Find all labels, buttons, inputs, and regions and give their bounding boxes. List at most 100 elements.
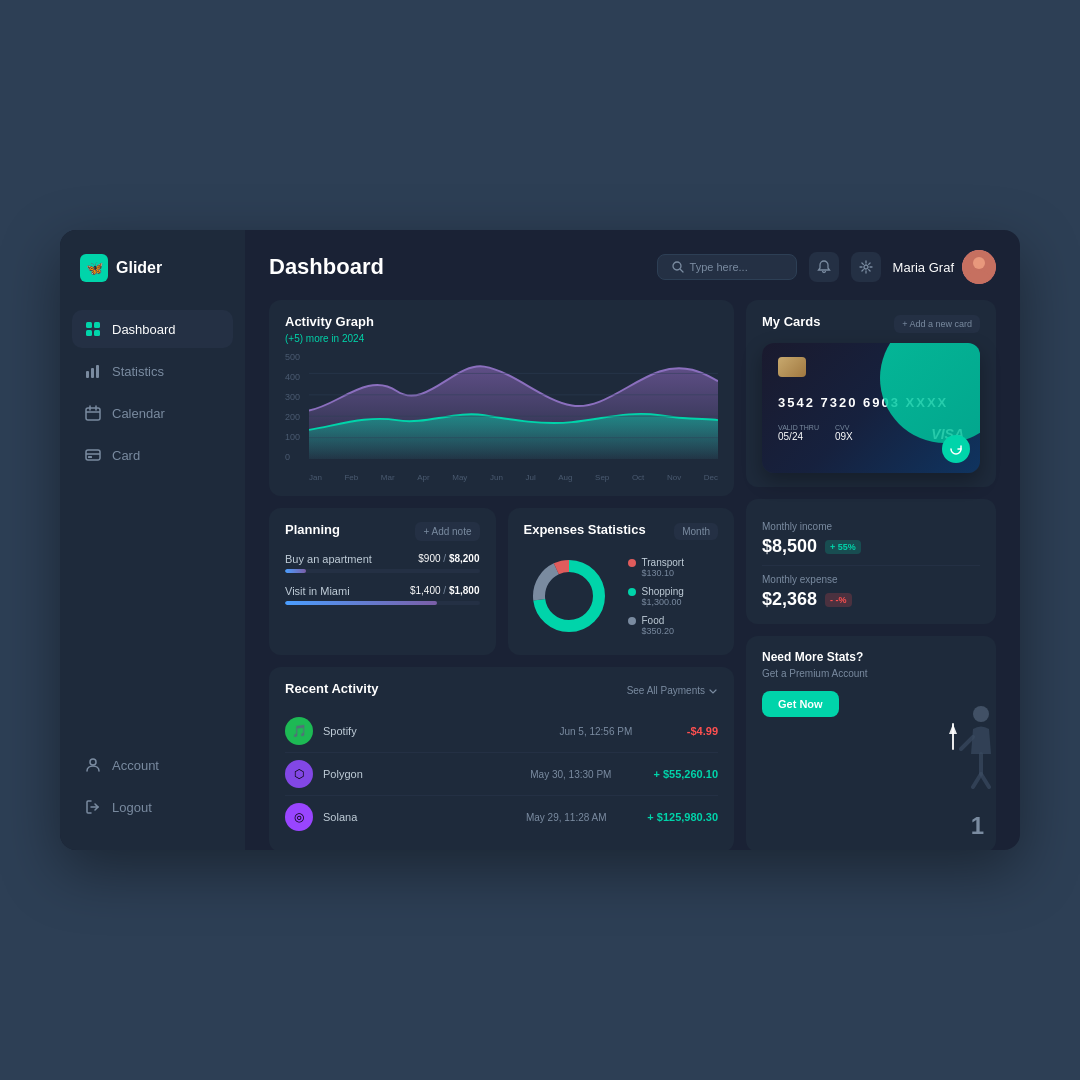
chevron-down-icon (708, 686, 718, 696)
sidebar-item-dashboard-label: Dashboard (112, 322, 176, 337)
planning-item-amount-0: $900 / $8,200 (418, 553, 479, 565)
planning-header: Planning + Add note (285, 522, 480, 541)
activity-graph-card: Activity Graph (+5) more in 2024 500 400… (269, 300, 734, 496)
logo-text: Glider (116, 259, 162, 277)
shopping-label: Shopping (642, 586, 684, 597)
activity-row-2: ◎ Solana May 29, 11:28 AM + $125,980.30 (285, 796, 718, 838)
sidebar-item-logout[interactable]: Logout (72, 788, 233, 826)
recent-activity-card: Recent Activity See All Payments 🎵 Spoti… (269, 667, 734, 850)
svg-rect-13 (88, 456, 92, 458)
income-row: Monthly income $8,500 + 55% (762, 513, 980, 566)
notification-button[interactable] (809, 252, 839, 282)
add-card-label: + Add a new card (902, 319, 972, 329)
sidebar-bottom: Account Logout (60, 746, 245, 826)
refresh-icon (949, 442, 963, 456)
transport-dot (628, 559, 636, 567)
sidebar-item-account[interactable]: Account (72, 746, 233, 784)
expense-badge: - -% (825, 593, 852, 607)
activity-amount-1: + $55,260.10 (653, 768, 718, 780)
graph-svg (309, 352, 718, 459)
sidebar-item-account-label: Account (112, 758, 159, 773)
shopping-dot (628, 588, 636, 596)
expenses-legend: Transport $130.10 Shopping $1,300.00 (628, 557, 684, 636)
legend-food: Food $350.20 (628, 615, 684, 636)
activity-graph-title: Activity Graph (285, 314, 718, 329)
add-card-button[interactable]: + Add a new card (894, 315, 980, 333)
svg-point-20 (973, 257, 985, 269)
my-cards-header: My Cards + Add a new card (762, 314, 980, 333)
financial-info-card: Monthly income $8,500 + 55% Monthly expe… (746, 499, 996, 624)
planning-card: Planning + Add note Buy an apartment $90… (269, 508, 496, 655)
user-name: Maria Graf (893, 260, 954, 275)
sidebar-item-card-label: Card (112, 448, 140, 463)
logo-icon: 🦋 (80, 254, 108, 282)
activity-amount-0: -$4.99 (687, 725, 718, 737)
expense-row: Monthly expense $2,368 - -% (762, 566, 980, 610)
get-now-button[interactable]: Get Now (762, 691, 839, 717)
svg-rect-2 (86, 330, 92, 336)
svg-rect-0 (86, 322, 92, 328)
card-refresh-button[interactable] (942, 435, 970, 463)
activity-name-1: Polygon (323, 768, 488, 780)
settings-button[interactable] (851, 252, 881, 282)
svg-rect-4 (86, 371, 89, 378)
card-chip (778, 357, 806, 377)
activity-row-0: 🎵 Spotify Jun 5, 12:56 PM -$4.99 (285, 710, 718, 753)
expense-value: $2,368 (762, 589, 817, 610)
donut-chart (524, 551, 614, 641)
activity-header: Recent Activity See All Payments (285, 681, 718, 700)
app-container: 🦋 Glider Dashboard (60, 230, 1020, 850)
main-content: Dashboard Type here... (245, 230, 1020, 850)
progress-bar-0 (285, 569, 480, 573)
graph-y-labels: 500 400 300 200 100 0 (285, 352, 300, 462)
avatar-image (962, 250, 996, 284)
income-value: $8,500 (762, 536, 817, 557)
progress-fill-1 (285, 601, 437, 605)
add-note-button[interactable]: + Add note (415, 522, 479, 541)
user-info: Maria Graf (893, 250, 996, 284)
activity-row-1: ⬡ Polygon May 30, 13:30 PM + $55,260.10 (285, 753, 718, 796)
activity-date-1: May 30, 13:30 PM (488, 769, 653, 780)
graph-x-labels: JanFebMar AprMayJun JulAugSep OctNovDec (309, 473, 718, 482)
gear-icon (859, 260, 873, 274)
sidebar-logo: 🦋 Glider (60, 254, 245, 310)
food-label: Food (642, 615, 675, 626)
see-all-button[interactable]: See All Payments (627, 685, 718, 696)
planning-item-0: Buy an apartment $900 / $8,200 (285, 553, 480, 573)
card-icon (84, 446, 102, 464)
sidebar-item-dashboard[interactable]: Dashboard (72, 310, 233, 348)
svg-line-32 (981, 774, 989, 787)
transport-label: Transport (642, 557, 684, 568)
sidebar-item-statistics-label: Statistics (112, 364, 164, 379)
legend-shopping: Shopping $1,300.00 (628, 586, 684, 607)
expenses-header: Expenses Statistics Month (524, 522, 719, 541)
decoration-number: 1 (971, 812, 984, 840)
income-badge: + 55% (825, 540, 861, 554)
sidebar-item-calendar[interactable]: Calendar (72, 394, 233, 432)
expense-amount: $2,368 - -% (762, 589, 980, 610)
need-stats-subtitle: Get a Premium Account (762, 668, 980, 679)
search-bar[interactable]: Type here... (657, 254, 797, 280)
graph-area: 500 400 300 200 100 0 (285, 352, 718, 482)
svg-line-17 (680, 270, 683, 273)
sidebar: 🦋 Glider Dashboard (60, 230, 245, 850)
planning-title: Planning (285, 522, 340, 537)
need-stats-card: Need More Stats? Get a Premium Account G… (746, 636, 996, 850)
svg-rect-7 (86, 408, 100, 420)
sidebar-item-card[interactable]: Card (72, 436, 233, 474)
planning-item-name-0: Buy an apartment (285, 553, 372, 565)
credit-card: 3542 7320 6903 XXXX VALID THRU 05/24 CVV… (762, 343, 980, 473)
activity-date-2: May 29, 11:28 AM (485, 812, 647, 823)
activity-name-2: Solana (323, 811, 485, 823)
dashboard-grid: Activity Graph (+5) more in 2024 500 400… (245, 300, 1020, 850)
header-right: Type here... Maria Graf (657, 250, 996, 284)
expenses-body: Transport $130.10 Shopping $1,300.00 (524, 551, 719, 641)
stats-decoration (931, 699, 996, 789)
svg-line-33 (961, 737, 973, 749)
sidebar-item-calendar-label: Calendar (112, 406, 165, 421)
sidebar-item-statistics[interactable]: Statistics (72, 352, 233, 390)
svg-rect-5 (91, 368, 94, 378)
month-button[interactable]: Month (674, 523, 718, 540)
logout-icon (84, 798, 102, 816)
sidebar-nav: Dashboard Statistics (60, 310, 245, 746)
